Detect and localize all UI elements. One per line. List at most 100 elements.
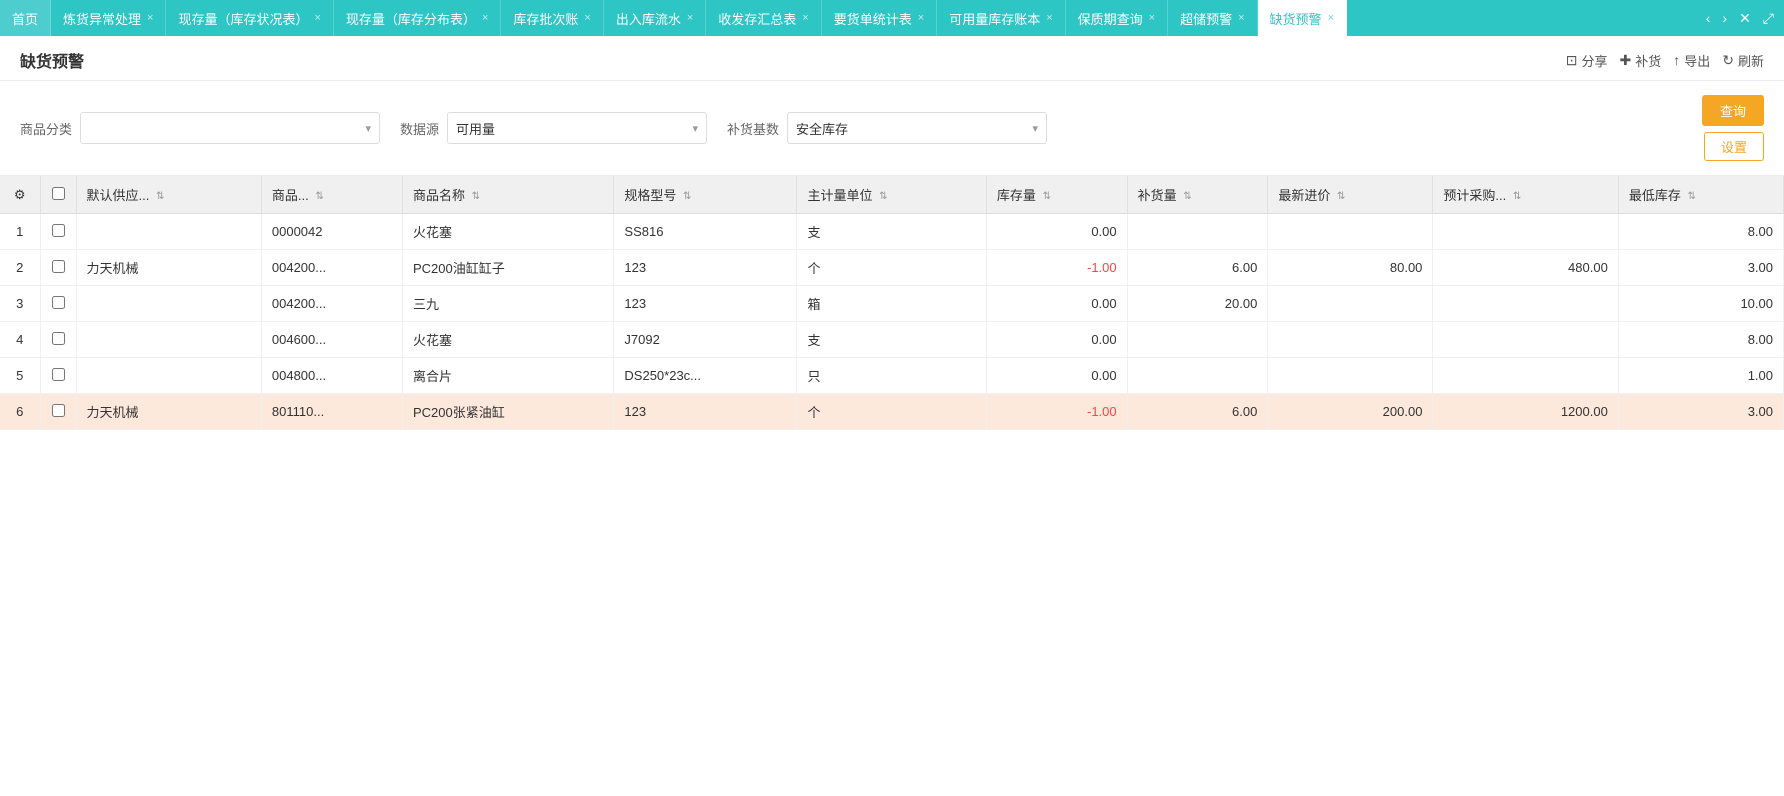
export-button[interactable]: ↑ 导出: [1673, 51, 1710, 70]
close-tab-collect[interactable]: ×: [802, 12, 808, 24]
row-checkbox[interactable]: [52, 296, 65, 309]
row-latest-price: [1268, 322, 1433, 358]
col-unit[interactable]: 主计量单位 ⇅: [797, 176, 986, 214]
tab-collect[interactable]: 收发存汇总表 ×: [706, 0, 821, 36]
category-filter-group: 商品分类 ▾: [20, 112, 380, 144]
row-checkbox[interactable]: [52, 224, 65, 237]
row-checkbox-cell[interactable]: [40, 358, 76, 394]
top-navigation: 首页 炼货异常处理 × 现存量（库存状况表） × 现存量（库存分布表） × 库存…: [0, 0, 1784, 36]
row-min-stock: 10.00: [1618, 286, 1783, 322]
export-icon: ↑: [1673, 52, 1680, 68]
row-est-purchase: [1433, 214, 1618, 250]
row-stock: 0.00: [986, 322, 1127, 358]
nav-expand-button[interactable]: ⤢: [1757, 0, 1780, 36]
tab-inventory-status[interactable]: 现存量（库存状况表） ×: [166, 0, 333, 36]
row-unit: 箱: [797, 286, 986, 322]
close-tab-batch[interactable]: ×: [584, 12, 590, 24]
nav-close-button[interactable]: ✕: [1733, 0, 1757, 36]
tab-home[interactable]: 首页: [0, 0, 51, 36]
col-spec[interactable]: 规格型号 ⇅: [614, 176, 797, 214]
replenish-basis-chevron-icon: ▾: [1033, 122, 1039, 135]
row-checkbox-cell[interactable]: [40, 250, 76, 286]
close-tab-avail-ledger[interactable]: ×: [1046, 12, 1052, 24]
filter-actions: 查询 设置: [1702, 95, 1764, 161]
row-checkbox-cell[interactable]: [40, 214, 76, 250]
tab-inventory-dist[interactable]: 现存量（库存分布表） ×: [334, 0, 501, 36]
sort-replenish-icon: ⇅: [1183, 191, 1191, 202]
row-checkbox-cell[interactable]: [40, 394, 76, 430]
row-name: 火花塞: [402, 214, 613, 250]
tab-inout[interactable]: 出入库流水 ×: [604, 0, 706, 36]
settings-button[interactable]: 设置: [1704, 132, 1764, 161]
replenish-basis-select[interactable]: 安全库存 ▾: [787, 112, 1047, 144]
close-tab-shortage[interactable]: ×: [1328, 12, 1334, 24]
col-stock[interactable]: 库存量 ⇅: [986, 176, 1127, 214]
row-latest-price: 80.00: [1268, 250, 1433, 286]
col-replenish[interactable]: 补货量 ⇅: [1127, 176, 1268, 214]
row-min-stock: 3.00: [1618, 250, 1783, 286]
row-stock: -1.00: [986, 394, 1127, 430]
close-tab-overstock[interactable]: ×: [1238, 12, 1244, 24]
close-tab-inout[interactable]: ×: [687, 12, 693, 24]
tab-demand[interactable]: 要货单统计表 ×: [822, 0, 937, 36]
refresh-button[interactable]: ↻ 刷新: [1722, 51, 1764, 70]
close-tab-inventory-dist[interactable]: ×: [482, 12, 488, 24]
refresh-icon: ↻: [1722, 52, 1734, 69]
select-all-checkbox[interactable]: [52, 187, 65, 200]
table-body: 1 0000042 火花塞 SS816 支 0.00 8.00 2 力天机械 0…: [0, 214, 1784, 430]
row-replenish: [1127, 322, 1268, 358]
row-name: PC200张紧油缸: [402, 394, 613, 430]
row-latest-price: [1268, 214, 1433, 250]
col-est-purchase[interactable]: 预计采购... ⇅: [1433, 176, 1618, 214]
sort-unit-icon: ⇅: [879, 191, 887, 202]
close-tab-expiry[interactable]: ×: [1149, 12, 1155, 24]
sort-min-stock-icon: ⇅: [1687, 191, 1695, 202]
row-name: 三九: [402, 286, 613, 322]
replenish-basis-select-value: 安全库存: [796, 119, 848, 138]
row-index-cell: 3: [0, 286, 40, 322]
category-select[interactable]: ▾: [80, 112, 380, 144]
col-min-stock[interactable]: 最低库存 ⇅: [1618, 176, 1783, 214]
col-latest-price[interactable]: 最新进价 ⇅: [1268, 176, 1433, 214]
nav-prev-button[interactable]: ‹: [1700, 0, 1717, 36]
col-code[interactable]: 商品... ⇅: [261, 176, 402, 214]
tab-abnormal[interactable]: 炼货异常处理 ×: [51, 0, 166, 36]
tab-batch[interactable]: 库存批次账 ×: [501, 0, 603, 36]
datasource-select[interactable]: 可用量 ▾: [447, 112, 707, 144]
tab-avail-ledger[interactable]: 可用量库存账本 ×: [937, 0, 1065, 36]
row-code: 004200...: [261, 286, 402, 322]
tab-expiry[interactable]: 保质期查询 ×: [1066, 0, 1168, 36]
row-code: 0000042: [261, 214, 402, 250]
row-checkbox[interactable]: [52, 260, 65, 273]
nav-next-button[interactable]: ›: [1716, 0, 1733, 36]
row-est-purchase: [1433, 358, 1618, 394]
share-button[interactable]: ⊡ 分享: [1566, 51, 1608, 70]
row-checkbox-cell[interactable]: [40, 286, 76, 322]
col-supplier[interactable]: 默认供应... ⇅: [76, 176, 261, 214]
row-index-cell: 6: [0, 394, 40, 430]
sort-name-icon: ⇅: [472, 191, 480, 202]
col-gear[interactable]: ⚙: [0, 176, 40, 214]
data-table: ⚙ 默认供应... ⇅ 商品... ⇅ 商品名称 ⇅: [0, 176, 1784, 430]
replenish-button[interactable]: ✚ 补货: [1619, 51, 1661, 70]
tab-shortage[interactable]: 缺货预警 ×: [1258, 0, 1347, 36]
row-stock: -1.00: [986, 250, 1127, 286]
query-button[interactable]: 查询: [1702, 95, 1764, 126]
col-name[interactable]: 商品名称 ⇅: [402, 176, 613, 214]
row-spec: 123: [614, 250, 797, 286]
row-unit: 个: [797, 250, 986, 286]
row-est-purchase: [1433, 322, 1618, 358]
row-checkbox[interactable]: [52, 332, 65, 345]
row-supplier: [76, 322, 261, 358]
tab-overstock[interactable]: 超储预警 ×: [1168, 0, 1257, 36]
table-header-row: ⚙ 默认供应... ⇅ 商品... ⇅ 商品名称 ⇅: [0, 176, 1784, 214]
close-tab-abnormal[interactable]: ×: [147, 12, 153, 24]
row-checkbox[interactable]: [52, 368, 65, 381]
close-tab-demand[interactable]: ×: [918, 12, 924, 24]
row-checkbox-cell[interactable]: [40, 322, 76, 358]
close-tab-inventory-status[interactable]: ×: [314, 12, 320, 24]
row-checkbox[interactable]: [52, 404, 65, 417]
datasource-filter-group: 数据源 可用量 ▾: [400, 112, 707, 144]
row-supplier: 力天机械: [76, 250, 261, 286]
row-min-stock: 1.00: [1618, 358, 1783, 394]
